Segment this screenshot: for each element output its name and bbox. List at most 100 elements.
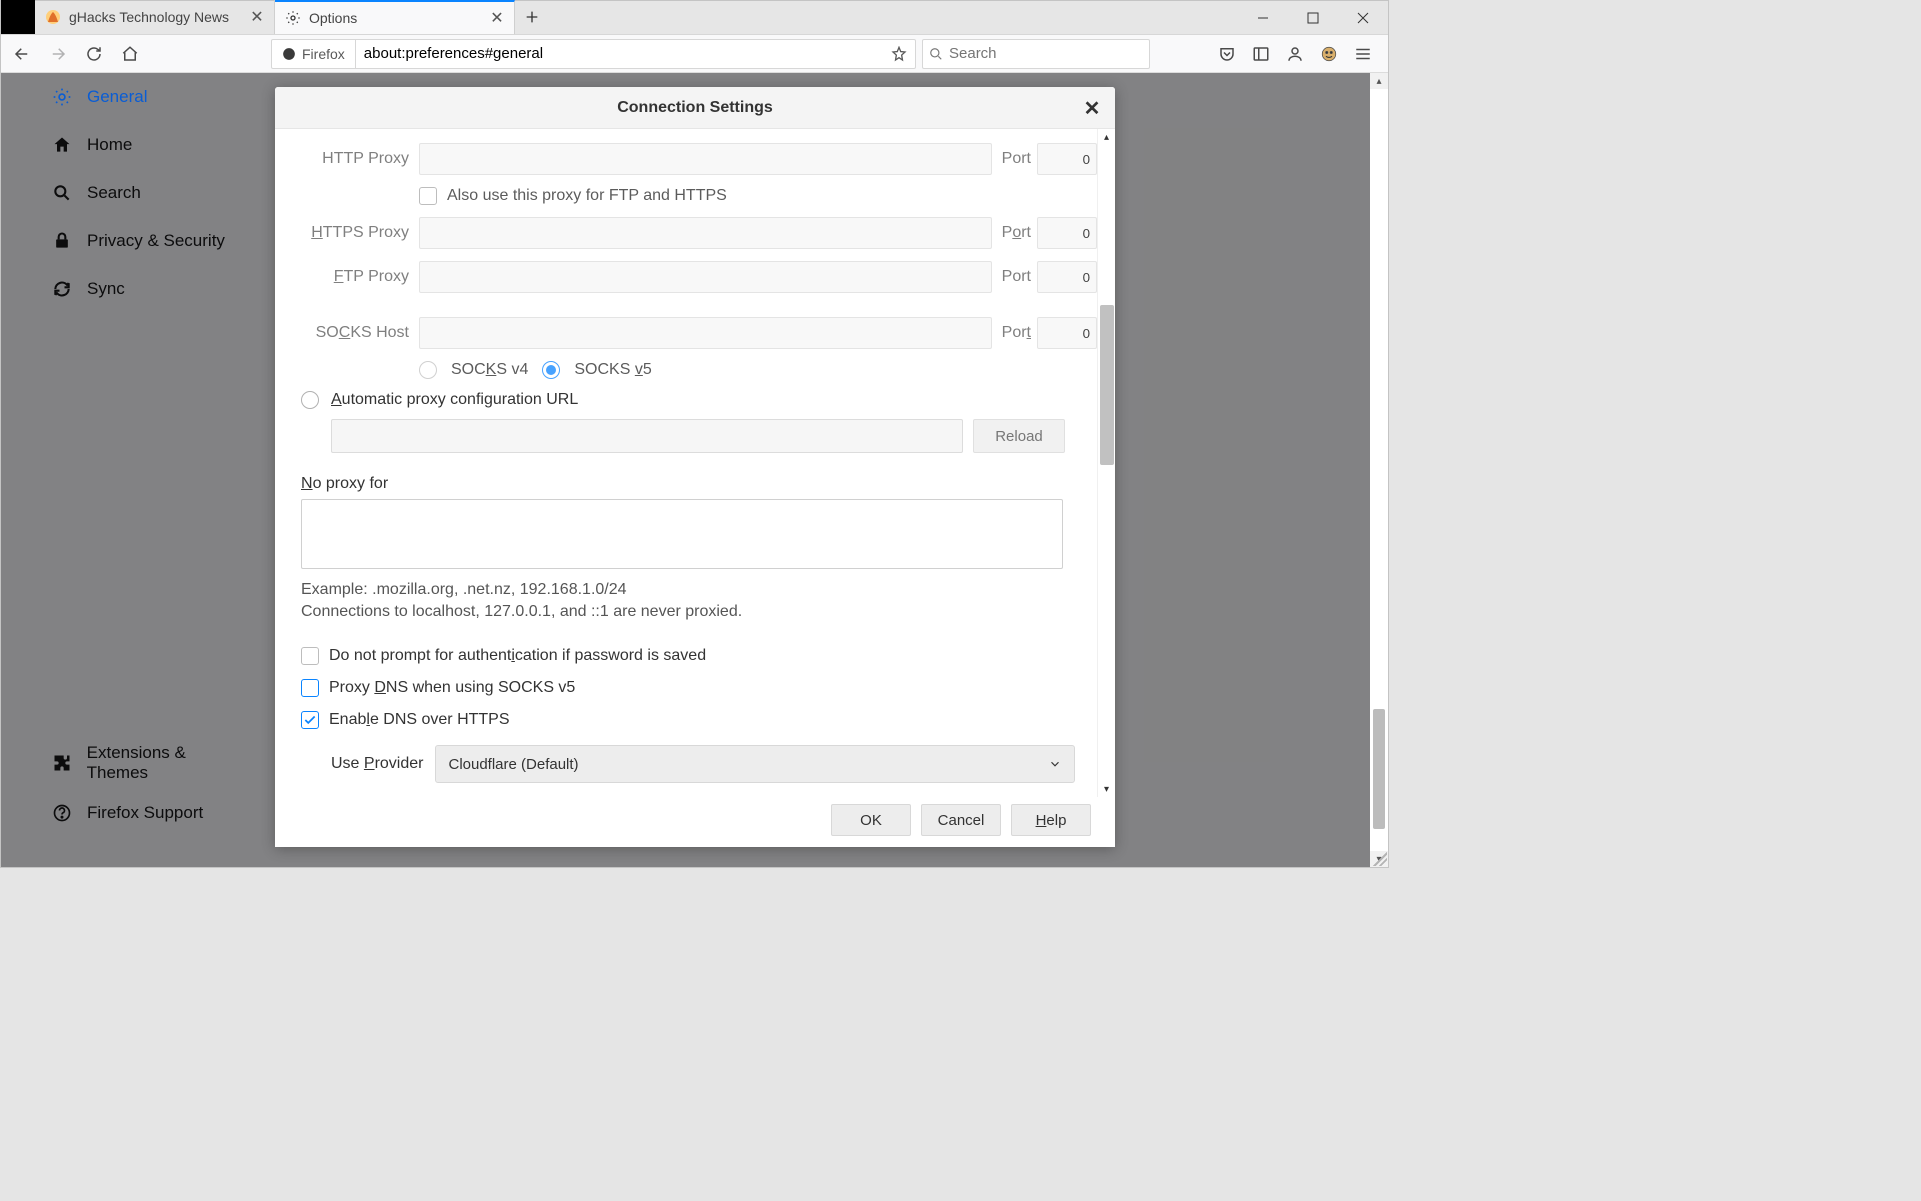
connection-settings-dialog: Connection Settings ✕ HTTP Proxy Port Al… [275, 87, 1115, 847]
page-scroll-track[interactable] [1370, 89, 1388, 851]
dont-prompt-row: Do not prompt for authentication if pass… [301, 647, 1097, 665]
search-input[interactable] [949, 45, 1148, 62]
sidebar-item-label: General [87, 87, 147, 107]
reload-button[interactable]: Reload [973, 419, 1065, 453]
ok-button[interactable]: OK [831, 804, 911, 836]
account-icon[interactable] [1280, 39, 1310, 69]
search-icon [929, 47, 943, 61]
socks-v5-radio[interactable] [542, 361, 560, 379]
maximize-button[interactable] [1288, 1, 1338, 35]
search-bar[interactable] [922, 39, 1150, 69]
sidebar-item-search[interactable]: Search [35, 169, 265, 217]
http-proxy-row: HTTP Proxy Port [301, 143, 1097, 175]
new-tab-button[interactable] [515, 0, 549, 34]
cancel-button[interactable]: Cancel [921, 804, 1001, 836]
search-icon [51, 183, 73, 203]
http-port-input[interactable] [1037, 143, 1097, 175]
close-icon[interactable]: ✕ [1079, 95, 1105, 121]
tab-bar: gHacks Technology News ✕ Options ✕ [1, 1, 1388, 35]
tab-ghacks[interactable]: gHacks Technology News ✕ [35, 0, 275, 34]
close-icon[interactable]: ✕ [488, 9, 506, 27]
dont-prompt-label: Do not prompt for authentication if pass… [329, 647, 706, 665]
auto-proxy-radio[interactable] [301, 391, 319, 409]
proxy-dns-row: Proxy DNS when using SOCKS v5 [301, 679, 1097, 697]
sidebar-item-sync[interactable]: Sync [35, 265, 265, 313]
dialog-body: HTTP Proxy Port Also use this proxy for … [275, 129, 1115, 797]
dialog-header: Connection Settings ✕ [275, 87, 1115, 129]
lock-icon [51, 231, 73, 251]
https-proxy-input[interactable] [419, 217, 992, 249]
scroll-track[interactable] [1098, 145, 1116, 781]
scroll-up-arrow-icon[interactable]: ▴ [1370, 73, 1388, 89]
url-bar[interactable]: Firefox [271, 39, 916, 69]
proxy-dns-checkbox[interactable] [301, 679, 319, 697]
tab-options[interactable]: Options ✕ [275, 0, 515, 34]
no-proxy-label: No proxy for [301, 475, 1097, 493]
resize-grip[interactable] [1373, 852, 1387, 866]
https-port-input[interactable] [1037, 217, 1097, 249]
bookmark-star-icon[interactable] [883, 46, 915, 62]
socks-port-input[interactable] [1037, 317, 1097, 349]
navigation-toolbar: Firefox [1, 35, 1388, 73]
scroll-down-arrow-icon[interactable]: ▾ [1098, 781, 1116, 797]
sidebar-item-privacy[interactable]: Privacy & Security [35, 217, 265, 265]
forward-button[interactable] [43, 39, 73, 69]
minimize-button[interactable] [1238, 1, 1288, 35]
sidebar-item-extensions[interactable]: Extensions & Themes [35, 733, 265, 793]
no-proxy-textarea[interactable] [301, 499, 1063, 569]
preferences-sidebar: General Home Search Privacy & Security S… [35, 73, 265, 313]
url-input[interactable] [356, 45, 883, 62]
dont-prompt-checkbox[interactable] [301, 647, 319, 665]
ghacks-favicon-icon [45, 9, 61, 25]
sidebar-item-label: Privacy & Security [87, 231, 225, 251]
close-window-button[interactable] [1338, 1, 1388, 35]
socks-version-row: SOCKS v4 SOCKS v5 [301, 361, 1097, 379]
dialog-scrollbar[interactable]: ▴ ▾ [1097, 129, 1115, 797]
sidebar-item-label: Firefox Support [87, 803, 203, 823]
sidebar-item-label: Sync [87, 279, 125, 299]
provider-label: Use Provider [331, 755, 423, 773]
sidebar-item-general[interactable]: General [35, 73, 265, 121]
question-icon [51, 803, 73, 823]
pocket-icon[interactable] [1212, 39, 1242, 69]
home-button[interactable] [115, 39, 145, 69]
page-scroll-thumb[interactable] [1373, 709, 1385, 829]
page-scrollbar[interactable]: ▴ ▾ [1370, 73, 1388, 867]
provider-select[interactable]: Cloudflare (Default) [435, 745, 1075, 783]
ftp-port-input[interactable] [1037, 261, 1097, 293]
socks-host-input[interactable] [419, 317, 992, 349]
site-identity[interactable]: Firefox [272, 40, 356, 68]
ftp-port-label: Port [1002, 268, 1031, 286]
also-use-checkbox[interactable] [419, 187, 437, 205]
no-proxy-section: No proxy for Example: .mozilla.org, .net… [301, 475, 1097, 621]
sidebar-item-label: Home [87, 135, 132, 155]
socks-v4-radio[interactable] [419, 361, 437, 379]
auto-proxy-row: Automatic proxy configuration URL [301, 391, 1097, 409]
http-proxy-input[interactable] [419, 143, 992, 175]
window-controls [1238, 1, 1388, 35]
provider-value: Cloudflare (Default) [448, 756, 578, 773]
chevron-down-icon [1048, 757, 1062, 771]
no-proxy-example: Example: .mozilla.org, .net.nz, 192.168.… [301, 581, 1097, 599]
scroll-thumb[interactable] [1100, 305, 1114, 465]
menu-icon[interactable] [1348, 39, 1378, 69]
help-button[interactable]: Help [1011, 804, 1091, 836]
scroll-up-arrow-icon[interactable]: ▴ [1098, 129, 1116, 145]
sync-icon [51, 279, 73, 299]
close-icon[interactable]: ✕ [248, 8, 266, 26]
sidebar-icon[interactable] [1246, 39, 1276, 69]
preferences-sidebar-bottom: Extensions & Themes Firefox Support [35, 733, 265, 833]
ftp-proxy-input[interactable] [419, 261, 992, 293]
back-button[interactable] [7, 39, 37, 69]
reload-button[interactable] [79, 39, 109, 69]
auto-url-input-row: Reload [301, 419, 1065, 453]
greasemonkey-icon[interactable] [1314, 39, 1344, 69]
enable-doh-row: Enable DNS over HTTPS [301, 711, 1097, 729]
https-proxy-label: HTTPS Proxy [301, 224, 413, 242]
socks-port-label: Port [1002, 324, 1031, 342]
auto-url-input[interactable] [331, 419, 963, 453]
enable-doh-checkbox[interactable] [301, 711, 319, 729]
sidebar-item-home[interactable]: Home [35, 121, 265, 169]
sidebar-item-label: Extensions & Themes [87, 743, 249, 783]
sidebar-item-support[interactable]: Firefox Support [35, 793, 265, 833]
